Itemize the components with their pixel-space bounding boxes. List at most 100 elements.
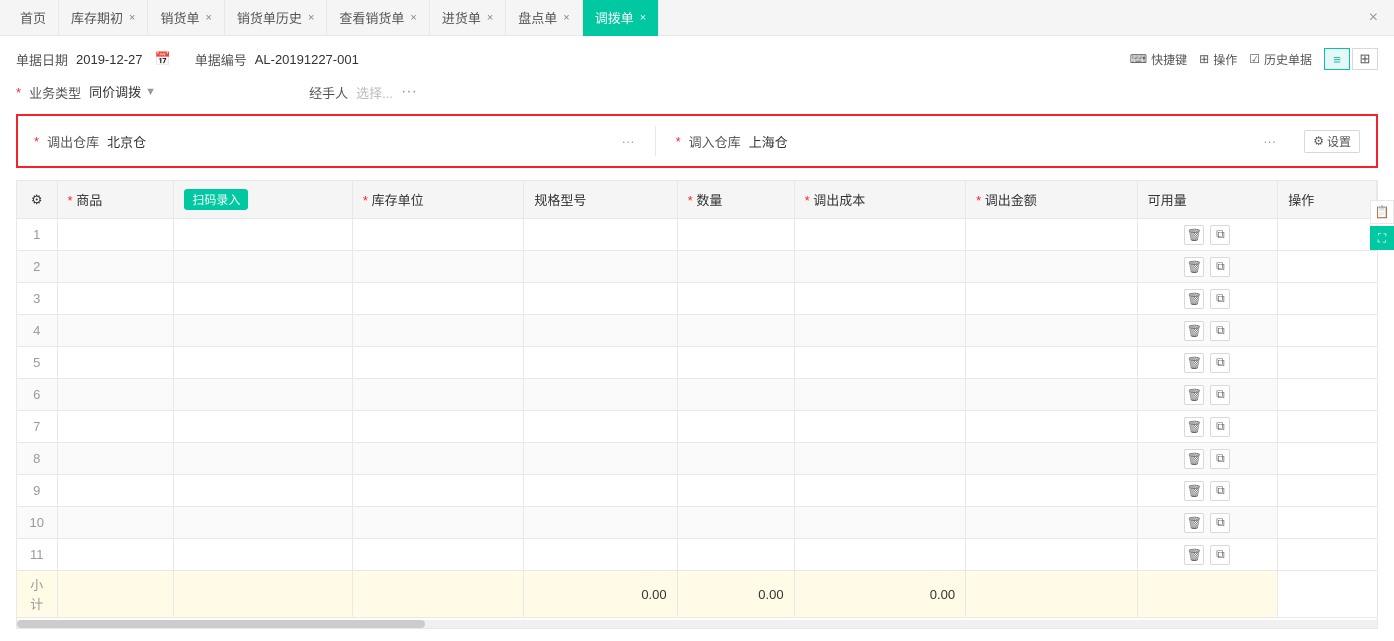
settings-button[interactable]: ⚙ 设置 <box>1304 130 1360 153</box>
product-cell[interactable] <box>57 475 174 507</box>
available-cell <box>966 475 1138 507</box>
amount-cell <box>794 539 966 571</box>
shortcut-button[interactable]: ⌨ 快捷键 <box>1130 51 1187 68</box>
ops-cell: 🗑 ⧉ <box>1137 347 1278 379</box>
ops-cell: 🗑 ⧉ <box>1137 219 1278 251</box>
product-cell[interactable] <box>57 379 174 411</box>
warehouse-out-value[interactable]: 北京仓 <box>107 132 146 151</box>
float-expand-button[interactable]: ⛶ <box>1370 226 1394 250</box>
product-cell[interactable] <box>57 507 174 539</box>
date-value[interactable]: 2019-12-27 <box>76 52 143 67</box>
tab-stocktake[interactable]: 盘点单 × <box>506 0 582 36</box>
copy-row-button[interactable]: ⧉ <box>1210 385 1230 405</box>
view-grid-button[interactable]: ⊞ <box>1352 48 1378 70</box>
delete-row-button[interactable]: 🗑 <box>1184 289 1204 309</box>
delete-row-button[interactable]: 🗑 <box>1184 545 1204 565</box>
tab-close-icon[interactable]: × <box>205 12 211 24</box>
delete-row-button[interactable]: 🗑 <box>1184 513 1204 533</box>
warehouse-in-value[interactable]: 上海仓 <box>749 132 788 151</box>
spec-cell <box>352 347 524 379</box>
tab-sales-history[interactable]: 销货单历史 × <box>225 0 327 36</box>
product-cell[interactable] <box>57 219 174 251</box>
view-list-button[interactable]: ≡ <box>1324 48 1350 70</box>
delete-row-button[interactable]: 🗑 <box>1184 257 1204 277</box>
operation-button[interactable]: ⊞ 操作 <box>1199 51 1237 68</box>
product-cell[interactable] <box>57 251 174 283</box>
copy-row-button[interactable]: ⧉ <box>1210 353 1230 373</box>
delete-row-button[interactable]: 🗑 <box>1184 481 1204 501</box>
delete-row-button[interactable]: 🗑 <box>1184 417 1204 437</box>
table-row: 8 🗑 ⧉ <box>17 443 1377 475</box>
copy-row-button[interactable]: ⧉ <box>1210 449 1230 469</box>
subtotal-quantity-cell: 0.00 <box>524 571 677 618</box>
amount-cell <box>794 347 966 379</box>
unit-cell <box>174 411 352 443</box>
expand-icon: ⛶ <box>1378 231 1386 246</box>
table-row: 1 🗑 ⧉ <box>17 219 1377 251</box>
scan-button[interactable]: 扫码录入 <box>184 189 248 210</box>
delete-row-button[interactable]: 🗑 <box>1184 385 1204 405</box>
column-quantity-header: * 数量 <box>677 181 794 219</box>
copy-row-button[interactable]: ⧉ <box>1210 321 1230 341</box>
copy-row-button[interactable]: ⧉ <box>1210 513 1230 533</box>
tab-close-icon[interactable]: × <box>487 12 493 24</box>
tab-label: 查看销货单 <box>339 8 404 27</box>
tab-close-icon[interactable]: × <box>308 12 314 24</box>
required-star-in: * <box>676 134 681 149</box>
delete-row-button[interactable]: 🗑 <box>1184 449 1204 469</box>
delete-row-button[interactable]: 🗑 <box>1184 321 1204 341</box>
cost-cell <box>677 411 794 443</box>
tab-sales[interactable]: 销货单 × <box>148 0 224 36</box>
cost-cell <box>677 283 794 315</box>
ops-cell: 🗑 ⧉ <box>1137 283 1278 315</box>
warehouse-out-more-icon[interactable]: ··· <box>622 134 635 149</box>
spec-cell <box>352 379 524 411</box>
tab-purchase[interactable]: 进货单 × <box>430 0 506 36</box>
product-cell[interactable] <box>57 315 174 347</box>
tab-close-icon[interactable]: × <box>640 12 646 24</box>
float-note-button[interactable]: 📋 <box>1370 200 1394 224</box>
tab-close-icon[interactable]: × <box>410 12 416 24</box>
delete-row-button[interactable]: 🗑 <box>1184 225 1204 245</box>
copy-row-button[interactable]: ⧉ <box>1210 545 1230 565</box>
warehouse-in-more-icon[interactable]: ··· <box>1263 134 1276 149</box>
table-row: 10 🗑 ⧉ <box>17 507 1377 539</box>
tab-label: 销货单历史 <box>237 8 302 27</box>
required-star-out: * <box>34 134 39 149</box>
ops-cell: 🗑 ⧉ <box>1137 315 1278 347</box>
copy-row-button[interactable]: ⧉ <box>1210 225 1230 245</box>
handler-input[interactable]: 选择... <box>356 83 393 102</box>
quantity-cell <box>524 507 677 539</box>
scroll-thumb <box>17 620 425 628</box>
tab-transfer[interactable]: 调拨单 × <box>583 0 659 36</box>
window-close-button[interactable]: × <box>1361 9 1386 27</box>
handler-more-icon[interactable]: ··· <box>401 83 417 101</box>
copy-row-button[interactable]: ⧉ <box>1210 289 1230 309</box>
unit-cell <box>174 251 352 283</box>
column-settings-header[interactable]: ⚙ <box>17 181 57 219</box>
number-label: 单据编号 <box>195 50 247 69</box>
copy-row-button[interactable]: ⧉ <box>1210 417 1230 437</box>
unit-cell <box>174 283 352 315</box>
tab-home[interactable]: 首页 <box>8 0 59 36</box>
tab-close-icon[interactable]: × <box>563 12 569 24</box>
quantity-cell <box>524 411 677 443</box>
copy-row-button[interactable]: ⧉ <box>1210 257 1230 277</box>
business-type-select[interactable]: 同价调拨 ▼ <box>89 82 249 102</box>
tab-inventory-init[interactable]: 库存期初 × <box>59 0 148 36</box>
product-cell[interactable] <box>57 443 174 475</box>
tab-view-sales[interactable]: 查看销货单 × <box>327 0 429 36</box>
table-row: 4 🗑 ⧉ <box>17 315 1377 347</box>
horizontal-scrollbar[interactable] <box>17 620 1377 628</box>
tab-close-icon[interactable]: × <box>129 12 135 24</box>
copy-row-button[interactable]: ⧉ <box>1210 481 1230 501</box>
product-cell[interactable] <box>57 283 174 315</box>
product-cell[interactable] <box>57 539 174 571</box>
quantity-cell <box>524 315 677 347</box>
calendar-icon[interactable]: 📅 <box>155 51 171 67</box>
history-button[interactable]: ☑ 历史单据 <box>1249 51 1312 68</box>
product-cell[interactable] <box>57 411 174 443</box>
product-cell[interactable] <box>57 347 174 379</box>
row-number-cell: 9 <box>17 475 57 507</box>
delete-row-button[interactable]: 🗑 <box>1184 353 1204 373</box>
